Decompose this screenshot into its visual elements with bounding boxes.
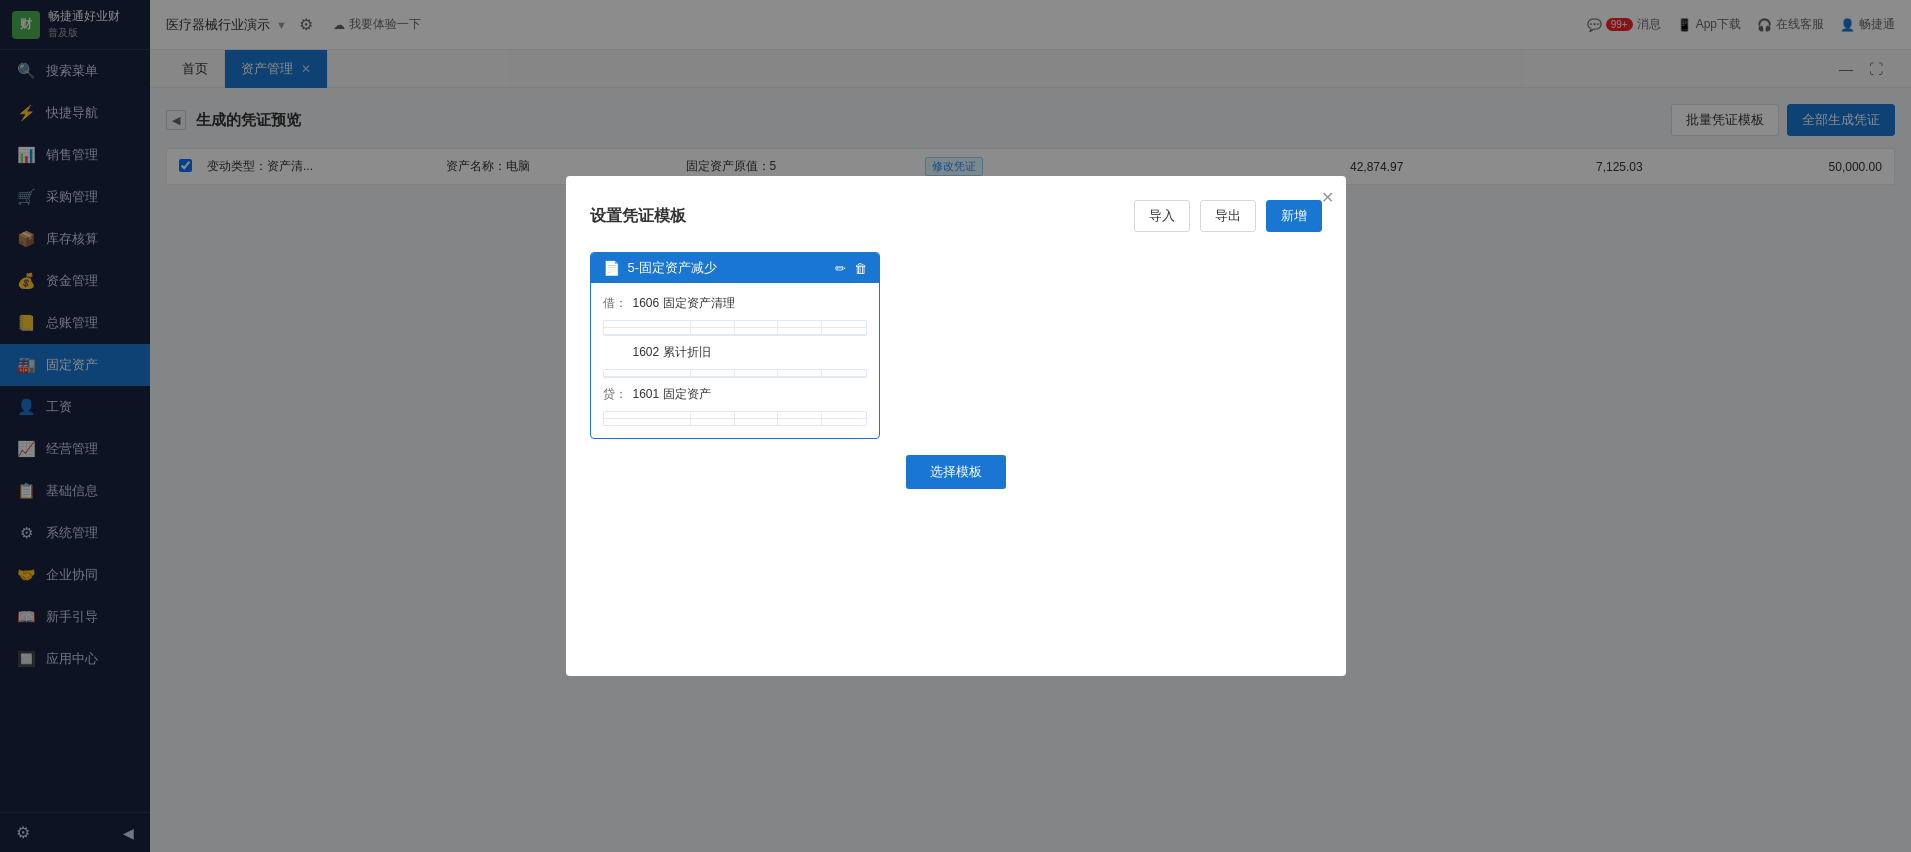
modal-header: 设置凭证模板 导入 导出 新增 [590,200,1322,232]
modal-import-button[interactable]: 导入 [1134,200,1190,232]
template-edit-icon[interactable]: ✏ [835,261,846,276]
entry-account-1: 1602 累计折旧 [633,344,867,361]
template-doc-icon: 📄 [603,260,620,276]
entry-account-2: 1601 固定资产 [633,386,867,403]
modal-action-buttons: 导入 导出 新增 [1134,200,1322,232]
content-area: ◀ 生成的凭证预览 批量凭证模板 全部生成凭证 变动类型：资产清... [150,88,1911,852]
template-entry-0: 借： 1606 固定资产清理 [603,291,867,316]
modal-dialog: ✕ 设置凭证模板 导入 导出 新增 📄 5-固定资产减少 ✏ [566,176,1346,676]
entry-account-0: 1606 固定资产清理 [633,295,867,312]
modal-title: 设置凭证模板 [590,206,686,227]
modal-close-button[interactable]: ✕ [1321,188,1334,207]
template-card-title: 5-固定资产减少 [628,259,835,277]
template-card-body: 借： 1606 固定资产清理 [591,283,879,438]
entry-side-0: 借： [603,295,633,312]
template-entry-1: 1602 累计折旧 [603,340,867,365]
template-entry-2: 贷： 1601 固定资产 [603,382,867,407]
select-template-button[interactable]: 选择模板 [906,455,1006,489]
modal-export-button[interactable]: 导出 [1200,200,1256,232]
template-delete-icon[interactable]: 🗑 [854,261,867,276]
modal-overlay: ✕ 设置凭证模板 导入 导出 新增 📄 5-固定资产减少 ✏ [150,88,1911,852]
main-area: 医疗器械行业演示 ▼ ⚙ ☁ 我要体验一下 💬99+消息📱App下载🎧在线客服👤… [150,0,1911,852]
template-card: 📄 5-固定资产减少 ✏ 🗑 借： 1606 固定资产清理 [590,252,880,439]
template-card-header: 📄 5-固定资产减少 ✏ 🗑 [591,253,879,283]
template-card-header-actions: ✏ 🗑 [835,261,867,276]
entry-side-2: 贷： [603,386,633,403]
modal-new-button[interactable]: 新增 [1266,200,1322,232]
